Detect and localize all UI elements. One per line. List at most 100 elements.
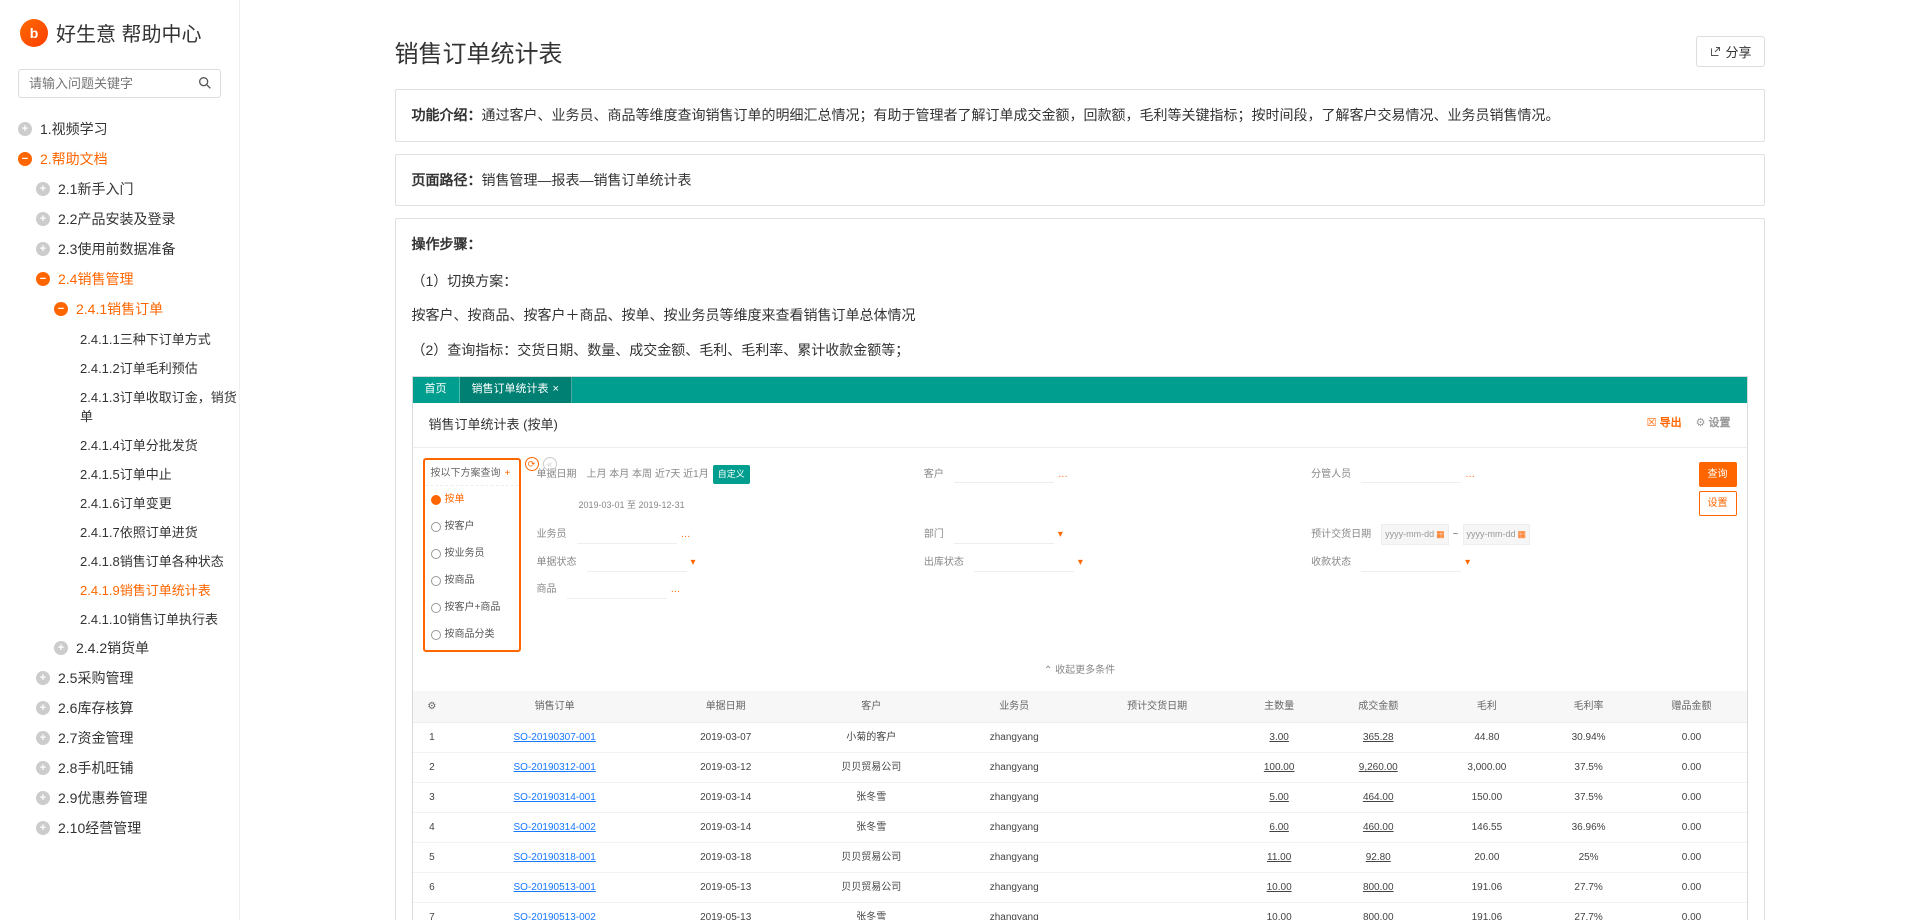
step-1: （1）切换方案：	[412, 268, 1748, 295]
radio-icon	[431, 522, 441, 532]
table-col-3: 客户	[793, 691, 949, 723]
logo-icon: b	[20, 19, 48, 47]
custom-tag[interactable]: 自定义	[713, 465, 750, 484]
nav-2-4-1-10[interactable]: 2.4.1.10销售订单执行表	[18, 604, 239, 633]
nav-2-5[interactable]: +2.5采购管理	[18, 663, 239, 693]
nav-2-1[interactable]: +2.1新手入门	[18, 174, 239, 204]
scr-tab-home[interactable]: 首页	[413, 377, 460, 403]
nav-2-9[interactable]: +2.9优惠券管理	[18, 783, 239, 813]
settings-button[interactable]: 设置	[1699, 491, 1737, 516]
main-content: 销售订单统计表 分享 功能介绍：通过客户、业务员、商品等维度查询销售订单的明细汇…	[240, 0, 1919, 920]
filter-status[interactable]: 单据状态▾	[537, 553, 884, 572]
filter-cust[interactable]: 客户…	[924, 462, 1271, 486]
sidebar: b 好生意 帮助中心 +1.视频学习 −2.帮助文档 +2.1新手入门 +2.2…	[0, 0, 240, 920]
search-icon[interactable]	[197, 75, 213, 91]
scheme-head: 按以下方案查询 +	[425, 462, 519, 486]
filter-emp[interactable]: 分管人员…	[1311, 462, 1658, 486]
search-input[interactable]	[18, 69, 221, 98]
intro-text: 通过客户、业务员、商品等维度查询销售订单的明细汇总情况；有助于管理者了解订单成交…	[482, 107, 1560, 123]
scheme-5[interactable]: 按商品分类	[425, 621, 519, 648]
share-button[interactable]: 分享	[1696, 36, 1764, 67]
nav-2-4-1-1[interactable]: 2.4.1.1三种下订单方式	[18, 324, 239, 353]
minus-icon: −	[54, 302, 68, 316]
sidebar-nav: +1.视频学习 −2.帮助文档 +2.1新手入门 +2.2产品安装及登录 +2.…	[0, 110, 239, 883]
nav-2-4[interactable]: −2.4销售管理	[18, 264, 239, 294]
nav-2-6[interactable]: +2.6库存核算	[18, 693, 239, 723]
filter-grid: 单据日期 上月 本月 本周 近7天 近1月 自定义 客户… 分管人员… 查询设置…	[537, 458, 1737, 652]
table-col-0: ⚙	[413, 691, 452, 723]
query-button[interactable]: 查询	[1699, 462, 1737, 487]
nav-2-4-1-2[interactable]: 2.4.1.2订单毛利预估	[18, 353, 239, 382]
nav-2-3[interactable]: +2.3使用前数据准备	[18, 234, 239, 264]
path-text: 销售管理—报表—销售订单统计表	[482, 172, 692, 188]
table-col-10: 赠品金额	[1637, 691, 1747, 723]
filter-outstatus[interactable]: 出库状态▾	[924, 553, 1271, 572]
scheme-4[interactable]: 按客户+商品	[425, 594, 519, 621]
nav-2-7[interactable]: +2.7资金管理	[18, 723, 239, 753]
scr-tabs: 首页 销售订单统计表×	[413, 377, 1747, 403]
steps-card: 操作步骤： （1）切换方案： 按客户、按商品、按客户＋商品、按单、按业务员等维度…	[395, 218, 1765, 920]
page-title: 销售订单统计表	[395, 34, 563, 69]
nav-2-4-2[interactable]: +2.4.2销货单	[18, 633, 239, 663]
nav-video[interactable]: +1.视频学习	[18, 114, 239, 144]
export-link[interactable]: ☒ 导出	[1647, 413, 1682, 438]
embedded-screenshot-1: 首页 销售订单统计表× 销售订单统计表 (按单) ☒ 导出 ⚙ 设置 ⟳«	[412, 376, 1748, 920]
scheme-3[interactable]: 按商品	[425, 567, 519, 594]
nav-2-4-1-9[interactable]: 2.4.1.9销售订单统计表	[18, 575, 239, 604]
radio-icon	[431, 630, 441, 640]
plus-icon: +	[36, 791, 50, 805]
nav-2-4-1-5[interactable]: 2.4.1.5订单中止	[18, 459, 239, 488]
scr-filters: ⟳ « 按以下方案查询 + 按单按客户按业务员按商品按客户+商品按商品分类 单据日…	[413, 448, 1747, 656]
radio-icon	[431, 549, 441, 559]
table-col-6: 主数量	[1235, 691, 1323, 723]
table-col-7: 成交金额	[1323, 691, 1433, 723]
page-header: 销售订单统计表 分享	[395, 0, 1765, 89]
plus-icon: +	[36, 821, 50, 835]
nav-2-10[interactable]: +2.10经营管理	[18, 813, 239, 843]
plus-icon: +	[36, 242, 50, 256]
nav-2-4-1-6[interactable]: 2.4.1.6订单变更	[18, 488, 239, 517]
date-range: 2019-03-01 至 2019-12-31	[537, 494, 884, 516]
sidebar-search[interactable]	[18, 69, 221, 98]
nav-2-4-1-8[interactable]: 2.4.1.8销售订单各种状态	[18, 546, 239, 575]
path-card: 页面路径：销售管理—报表—销售订单统计表	[395, 154, 1765, 207]
scheme-0[interactable]: 按单	[425, 486, 519, 513]
collapse-bar[interactable]: ⌃ 收起更多条件	[413, 656, 1747, 685]
scheme-panel: 按以下方案查询 + 按单按客户按业务员按商品按客户+商品按商品分类	[423, 458, 521, 652]
filter-goods[interactable]: 商品…	[537, 580, 884, 599]
filter-paystatus[interactable]: 收款状态▾	[1311, 553, 1658, 572]
table-row: 3SO-20190314-0012019-03-14张冬雪zhangyang5.…	[413, 783, 1747, 813]
scheme-2[interactable]: 按业务员	[425, 540, 519, 567]
radio-icon	[431, 495, 441, 505]
share-icon	[1709, 46, 1721, 58]
nav-2-2[interactable]: +2.2产品安装及登录	[18, 204, 239, 234]
table-row: 2SO-20190312-0012019-03-12贝贝贸易公司zhangyan…	[413, 753, 1747, 783]
filter-sales[interactable]: 业务员…	[537, 524, 884, 545]
refresh-icon[interactable]: ⟳	[525, 457, 539, 471]
scr-actions: ☒ 导出 ⚙ 设置	[1647, 413, 1731, 438]
filter-dept[interactable]: 部门▾	[924, 524, 1271, 545]
calendar-icon: ▦	[1518, 526, 1527, 543]
nav-2-4-1-7[interactable]: 2.4.1.7依照订单进货	[18, 517, 239, 546]
radio-icon	[431, 603, 441, 613]
brand: b 好生意 帮助中心	[0, 0, 239, 61]
nav-2-8[interactable]: +2.8手机旺铺	[18, 753, 239, 783]
close-icon[interactable]: ×	[553, 379, 559, 400]
plus-icon: +	[18, 122, 32, 136]
filter-expdate[interactable]: 预计交货日期yyyy-mm-dd▦ ~ yyyy-mm-dd▦	[1311, 524, 1658, 545]
nav-docs[interactable]: −2.帮助文档	[18, 144, 239, 174]
scheme-1[interactable]: 按客户	[425, 513, 519, 540]
filter-date: 单据日期 上月 本月 本周 近7天 近1月 自定义	[537, 462, 884, 486]
step-2: （2）查询指标：交货日期、数量、成交金额、毛利、毛利率、累计收款金额等；	[412, 337, 1748, 364]
settings-link[interactable]: ⚙ 设置	[1696, 413, 1731, 438]
step-1-body: 按客户、按商品、按客户＋商品、按单、按业务员等维度来查看销售订单总体情况	[412, 302, 1748, 329]
table-row: 1SO-20190307-0012019-03-07小菊的客户zhangyang…	[413, 723, 1747, 753]
minus-icon: −	[18, 152, 32, 166]
nav-2-4-1-3[interactable]: 2.4.1.3订单收取订金，销货单	[18, 382, 239, 430]
collapse-icon[interactable]: «	[543, 457, 557, 471]
plus-icon: +	[36, 212, 50, 226]
nav-2-4-1-4[interactable]: 2.4.1.4订单分批发货	[18, 430, 239, 459]
scr-tab-current[interactable]: 销售订单统计表×	[460, 377, 572, 403]
nav-2-4-1[interactable]: −2.4.1销售订单	[18, 294, 239, 324]
minus-icon: −	[36, 272, 50, 286]
